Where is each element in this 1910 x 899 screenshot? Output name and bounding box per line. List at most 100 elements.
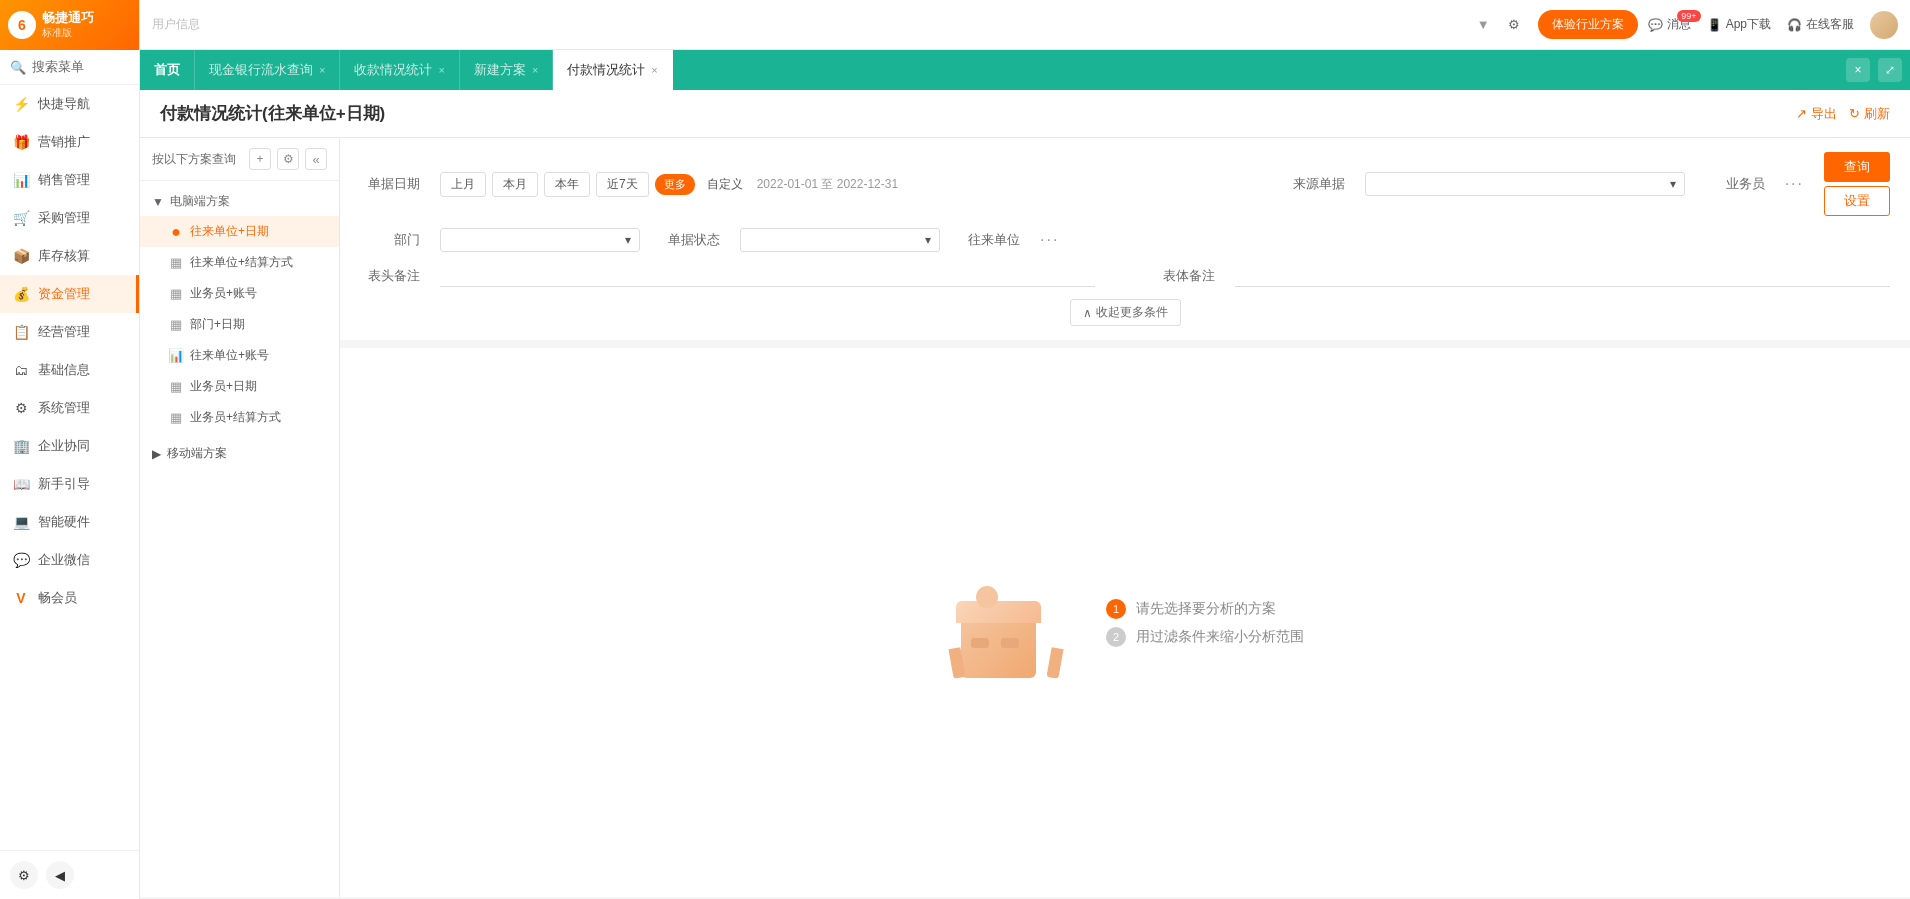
scheme-icon: ▦ [168,317,184,333]
sidebar-item-enterprise[interactable]: 🏢 企业协同 [0,427,139,465]
sidebar-nav: ⚡ 快捷导航 🎁 营销推广 📊 销售管理 🛒 采购管理 📦 库存核算 💰 资金管… [0,85,139,850]
settings-btn[interactable]: 设置 [1824,186,1890,216]
staff-dots-btn[interactable]: ··· [1785,175,1804,193]
source-dropdown-icon: ▾ [1670,177,1676,191]
scheme-unit-date[interactable]: ● 往来单位+日期 [140,216,339,247]
sidebar-item-label: 快捷导航 [38,95,90,113]
settings-footer-icon[interactable]: ⚙ [10,861,38,889]
date-btn-this-month[interactable]: 本月 [492,172,538,197]
collapse-more: ∧ 收起更多条件 [360,299,1890,326]
sidebar: 6 畅捷通巧 标准版 🔍 搜索菜单 ⚡ 快捷导航 🎁 营销推广 📊 销售管理 🛒… [0,0,140,899]
body-note-input[interactable] [1235,264,1890,287]
tab-bank[interactable]: 现金银行流水查询 × [195,50,340,90]
tab-payment-close[interactable]: × [651,64,657,76]
mobile-section-header[interactable]: ▶ 移动端方案 [140,439,339,468]
sidebar-item-marketing[interactable]: 🎁 营销推广 [0,123,139,161]
tab-new[interactable]: 新建方案 × [460,50,553,90]
scheme-staff-account[interactable]: ▦ 业务员+账号 [140,278,339,309]
tab-bank-close[interactable]: × [319,64,325,76]
collapse-btn[interactable]: ∧ 收起更多条件 [1070,299,1181,326]
sidebar-item-wechat[interactable]: 💬 企业微信 [0,541,139,579]
hint-text-2: 用过滤条件来缩小分析范围 [1136,628,1304,646]
tab-close-btn[interactable]: × [1846,58,1870,82]
search-icon: 🔍 [10,60,26,75]
header-note-input[interactable] [440,264,1095,287]
topbar-gear-btn[interactable]: ⚙ [1500,11,1528,39]
tab-payment[interactable]: 付款情况统计 × [553,50,672,90]
tabbar: 首页 现金银行流水查询 × 收款情况统计 × 新建方案 × 付款情况统计 × ×… [140,50,1910,90]
dept-select[interactable]: ▾ [440,228,640,252]
date-btn-this-year[interactable]: 本年 [544,172,590,197]
sidebar-item-guide[interactable]: 📖 新手引导 [0,465,139,503]
message-btn[interactable]: 💬 消息 99+ [1648,16,1691,33]
sidebar-item-operation[interactable]: 📋 经营管理 [0,313,139,351]
user-avatar[interactable] [1870,11,1898,39]
sidebar-item-label: 营销推广 [38,133,90,151]
sidebar-item-basic[interactable]: 🗂 基础信息 [0,351,139,389]
scheme-unit-account[interactable]: 📊 往来单位+账号 [140,340,339,371]
doc-status-select[interactable]: ▾ [740,228,940,252]
filter-row-1: 单据日期 上月 本月 本年 近7天 更多 自定义 2022-01-01 至 20… [360,152,1890,216]
scheme-unit-settle[interactable]: ▦ 往来单位+结算方式 [140,247,339,278]
query-btn[interactable]: 查询 [1824,152,1890,182]
scheme-label: 往来单位+账号 [190,347,269,364]
brand-name: 畅捷通巧 [42,10,94,26]
empty-illustration [946,568,1066,678]
refresh-btn[interactable]: ↻ 刷新 [1849,105,1890,123]
sidebar-item-label: 销售管理 [38,171,90,189]
collapse-label: 收起更多条件 [1096,304,1168,321]
sidebar-item-purchase[interactable]: 🛒 采购管理 [0,199,139,237]
header-note-label: 表头备注 [360,267,420,285]
topbar-user-text: 用户信息 [152,16,1467,33]
inventory-icon: 📦 [12,247,30,265]
message-badge: 99+ [1677,10,1700,22]
sidebar-item-shortcut[interactable]: ⚡ 快捷导航 [0,85,139,123]
dept-dropdown-icon: ▾ [625,233,631,247]
online-service-btn[interactable]: 🎧 在线客服 [1787,16,1854,33]
scheme-dept-date[interactable]: ▦ 部门+日期 [140,309,339,340]
date-btn-more[interactable]: 更多 [655,174,695,195]
sidebar-item-system[interactable]: ⚙ 系统管理 [0,389,139,427]
scheme-settings-btn[interactable]: ⚙ [277,148,299,170]
marketing-icon: 🎁 [12,133,30,151]
enterprise-icon: 🏢 [12,437,30,455]
date-btn-7days[interactable]: 近7天 [596,172,649,197]
source-select[interactable]: ▾ [1365,172,1685,196]
sidebar-header: 6 畅捷通巧 标准版 [0,0,139,50]
member-icon: V [12,589,30,607]
scheme-label: 业务员+日期 [190,378,257,395]
unit-dots-btn[interactable]: ··· [1040,231,1059,249]
sidebar-item-inventory[interactable]: 📦 库存核算 [0,237,139,275]
page-title: 付款情况统计(往来单位+日期) [160,102,385,125]
date-btn-custom[interactable]: 自定义 [701,173,749,196]
sidebar-item-sales[interactable]: 📊 销售管理 [0,161,139,199]
tab-expand-btn[interactable]: ⤢ [1878,58,1902,82]
filter-area: 单据日期 上月 本月 本年 近7天 更多 自定义 2022-01-01 至 20… [340,138,1910,340]
add-scheme-btn[interactable]: + [249,148,271,170]
app-download-btn[interactable]: 📱 App下载 [1707,16,1771,33]
date-filter-value: 上月 本月 本年 近7天 更多 自定义 2022-01-01 至 2022-12… [440,172,1265,197]
tab-home[interactable]: 首页 [140,50,195,90]
tab-receipt[interactable]: 收款情况统计 × [340,50,459,90]
purchase-icon: 🛒 [12,209,30,227]
scheme-staff-settle[interactable]: ▦ 业务员+结算方式 [140,402,339,433]
tab-new-close[interactable]: × [532,64,538,76]
pc-section-header[interactable]: ▼ 电脑端方案 [140,187,339,216]
sidebar-item-member[interactable]: V 畅会员 [0,579,139,617]
date-btn-last-month[interactable]: 上月 [440,172,486,197]
export-btn[interactable]: ↗ 导出 [1796,105,1837,123]
scheme-staff-date[interactable]: ▦ 业务员+日期 [140,371,339,402]
tab-receipt-close[interactable]: × [438,64,444,76]
sidebar-item-finance[interactable]: 💰 资金管理 [0,275,139,313]
main-area: 用户信息 ▼ ⚙ 体验行业方案 💬 消息 99+ 📱 App下载 🎧 在线客服 … [140,0,1910,899]
panel-collapse-btn[interactable]: « [305,148,327,170]
finance-icon: 💰 [12,285,30,303]
collapse-sidebar-icon[interactable]: ◀ [46,861,74,889]
tabbar-actions: × ⤢ [1838,50,1910,90]
guide-icon: 📖 [12,475,30,493]
topbar-dropdown-arrow[interactable]: ▼ [1477,17,1490,32]
sidebar-search[interactable]: 🔍 搜索菜单 [0,50,139,85]
page-header-actions: ↗ 导出 ↻ 刷新 [1796,105,1890,123]
sidebar-item-hardware[interactable]: 💻 智能硬件 [0,503,139,541]
trial-btn[interactable]: 体验行业方案 [1538,10,1638,39]
